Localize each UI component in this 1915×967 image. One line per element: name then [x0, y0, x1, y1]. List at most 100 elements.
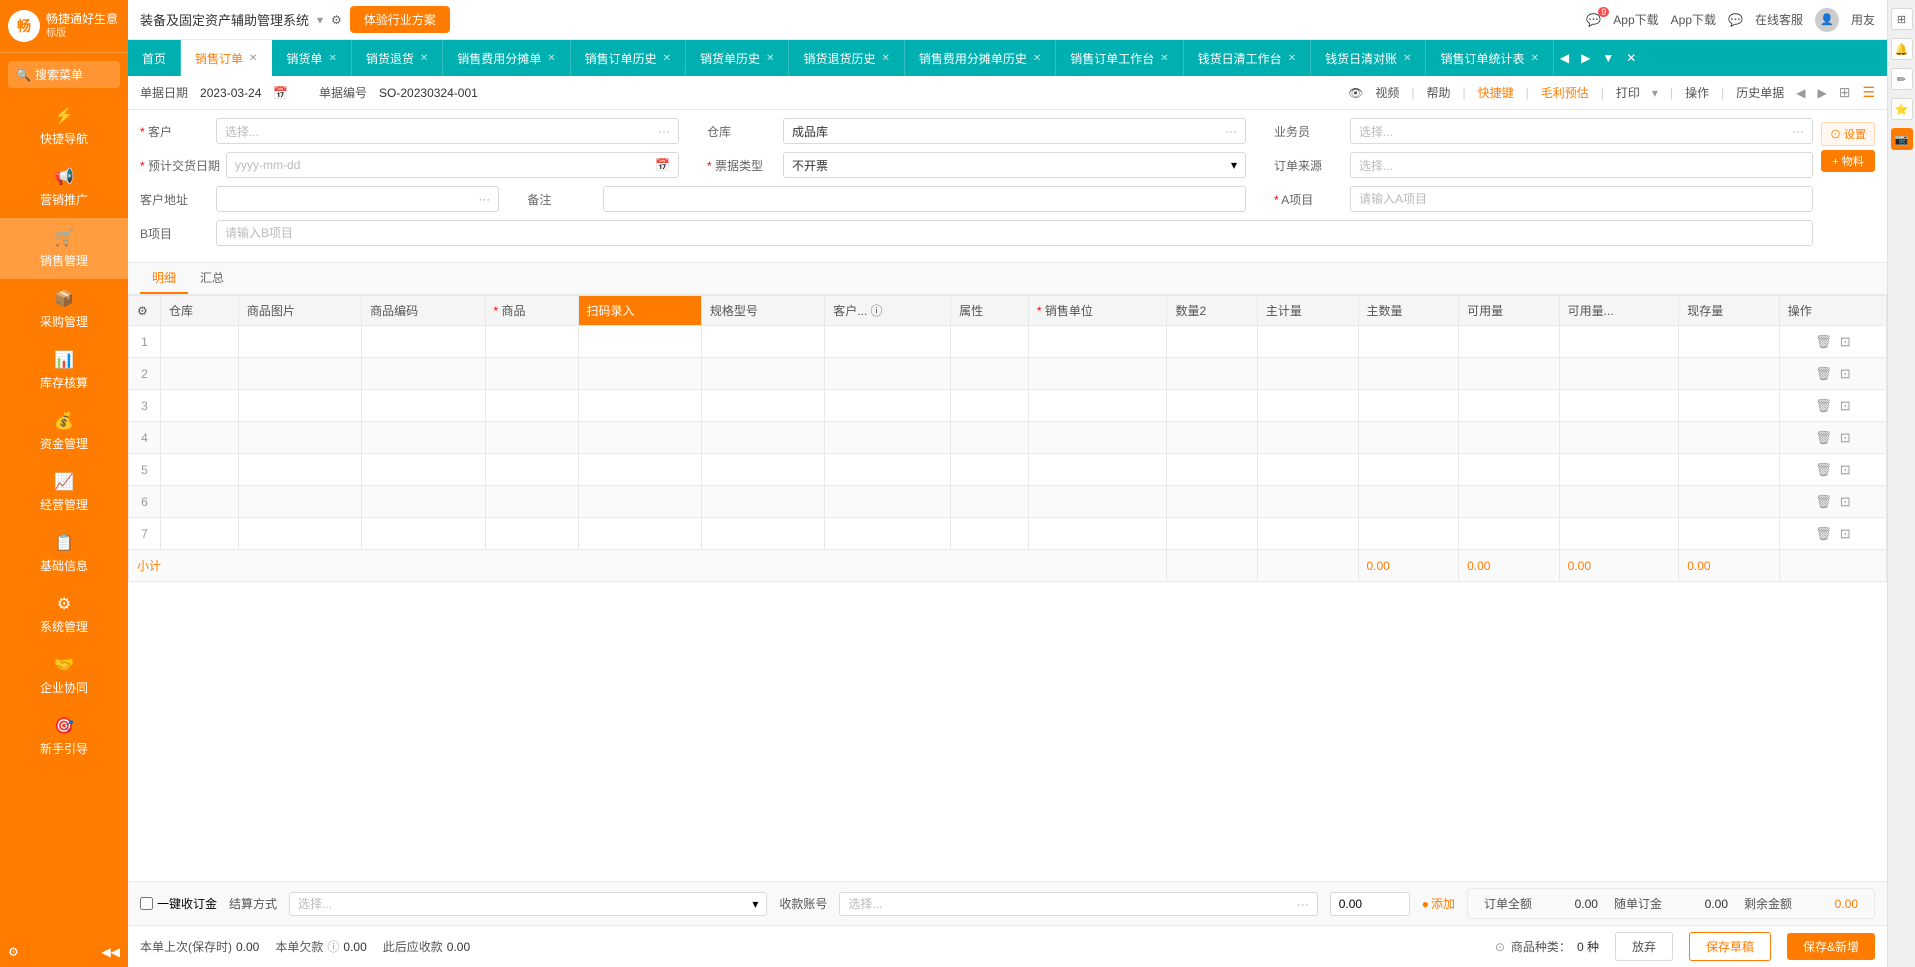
tab-home[interactable]: 首页 — [128, 40, 181, 76]
history-label[interactable]: 历史单据 — [1736, 84, 1784, 101]
copy-row-button[interactable]: ⊡ — [1838, 364, 1853, 384]
col-product[interactable]: 商品 — [485, 296, 578, 326]
profit-label[interactable]: 毛利预估 — [1541, 84, 1589, 101]
tab-close-all[interactable]: ✕ — [1620, 40, 1642, 76]
add-btn[interactable]: ● 添加 — [1422, 895, 1455, 912]
sidebar-item-shortcut[interactable]: ⚡ 快捷导航 — [0, 96, 128, 157]
cell-code[interactable] — [362, 326, 485, 358]
panel-icon-2[interactable]: 🔔 — [1891, 38, 1913, 60]
customer-input[interactable]: 选择... ··· — [216, 118, 679, 144]
product-count-icon[interactable]: ⊙ — [1495, 940, 1505, 954]
copy-row-button[interactable]: ⊡ — [1838, 492, 1853, 512]
tab-close-icon[interactable]: ✕ — [1033, 53, 1041, 64]
customer-more-icon[interactable]: ··· — [658, 124, 670, 138]
delete-row-button[interactable]: 🗑 — [1813, 428, 1834, 448]
tab-close-icon[interactable]: ✕ — [766, 53, 774, 64]
table-scroll-area[interactable]: ⚙ 仓库 商品图片 商品编码 商品 扫码录入 规格型号 客户... ⓘ 属性 销… — [128, 295, 1887, 881]
col-warehouse[interactable]: 仓库 — [161, 296, 239, 326]
tab-nav-next[interactable]: ▶ — [1575, 40, 1596, 76]
tab-expense-history[interactable]: 销售费用分摊单历史 ✕ — [905, 40, 1056, 76]
sidebar-item-sales[interactable]: 🛒 销售管理 — [0, 218, 128, 279]
b-project-input[interactable]: 请输入B项目 — [216, 220, 1813, 246]
delete-row-button[interactable]: 🗑 — [1813, 332, 1834, 352]
tab-detail[interactable]: 明细 — [140, 263, 188, 294]
sidebar-item-system[interactable]: ⚙ 系统管理 — [0, 584, 128, 645]
message-icon[interactable]: 💬9 — [1586, 13, 1601, 27]
col-gear[interactable]: ⚙ — [129, 296, 161, 326]
copy-row-button[interactable]: ⊡ — [1838, 396, 1853, 416]
online-service-link[interactable]: 💬 — [1728, 13, 1743, 27]
delete-row-button[interactable]: 🗑 — [1813, 364, 1834, 384]
auto-settle-checkbox[interactable]: 一键收订金 — [140, 895, 217, 912]
tab-summary[interactable]: 汇总 — [188, 263, 236, 294]
invoice-dropdown-icon[interactable]: ▾ — [1231, 158, 1237, 172]
app-download-link[interactable]: App下载 — [1613, 11, 1658, 28]
user-avatar[interactable]: 👤 — [1815, 8, 1839, 32]
tab-close-icon[interactable]: ✕ — [420, 53, 428, 64]
col-qty2[interactable]: 数量2 — [1167, 296, 1257, 326]
sidebar-item-inventory[interactable]: 📊 库存核算 — [0, 340, 128, 401]
warehouse-input[interactable]: 成品库 ··· — [783, 118, 1246, 144]
cell-stock[interactable] — [1679, 326, 1780, 358]
salesperson-more-icon[interactable]: ··· — [1792, 124, 1804, 138]
cell-unit[interactable] — [1028, 326, 1167, 358]
remark-input[interactable] — [603, 186, 1246, 212]
warehouse-more-icon[interactable]: ··· — [1225, 124, 1237, 138]
delete-row-button[interactable]: 🗑 — [1813, 396, 1834, 416]
help-label[interactable]: 帮助 — [1426, 84, 1450, 101]
sidebar-item-finance[interactable]: 💰 资金管理 — [0, 401, 128, 462]
copy-row-button[interactable]: ⊡ — [1838, 332, 1853, 352]
history-next-icon[interactable]: ▶ — [1817, 86, 1826, 100]
cell-attribute[interactable] — [951, 326, 1029, 358]
dropdown-arrow-icon[interactable]: ▾ — [317, 13, 323, 27]
delivery-calendar-icon[interactable]: 📅 — [655, 158, 670, 172]
tab-order-history[interactable]: 销售订单历史 ✕ — [571, 40, 686, 76]
view-label[interactable]: 视频 — [1375, 84, 1399, 101]
delete-row-button[interactable]: 🗑 — [1813, 460, 1834, 480]
shortcut-label[interactable]: 快捷键 — [1478, 84, 1514, 101]
col-available[interactable]: 可用量 — [1459, 296, 1560, 326]
tab-close-icon[interactable]: ✕ — [881, 53, 889, 64]
cell-qty2[interactable] — [1167, 326, 1257, 358]
customer-addr-input[interactable]: ··· — [216, 186, 499, 212]
calendar-icon[interactable]: 📅 — [273, 86, 288, 100]
invoice-select[interactable]: 不开票 ▾ — [783, 152, 1246, 178]
search-menu-button[interactable]: 🔍 搜索菜单 — [8, 61, 120, 88]
tab-close-icon[interactable]: ✕ — [663, 53, 671, 64]
username[interactable]: 用友 — [1851, 11, 1875, 28]
copy-row-button[interactable]: ⊡ — [1838, 524, 1853, 544]
panel-icon-5[interactable]: 📷 — [1891, 128, 1913, 150]
col-main-unit[interactable]: 主计量 — [1257, 296, 1358, 326]
col-stock[interactable]: 现存量 — [1679, 296, 1780, 326]
gear-icon[interactable]: ⚙ — [8, 945, 19, 959]
account-dots-icon[interactable]: ··· — [1297, 897, 1309, 911]
sidebar-item-purchase[interactable]: 📦 采购管理 — [0, 279, 128, 340]
view-grid-icon[interactable]: ⊞ — [1839, 84, 1851, 101]
tab-nav-prev[interactable]: ◀ — [1554, 40, 1575, 76]
tab-close-icon[interactable]: ✕ — [1288, 53, 1296, 64]
cell-scan[interactable] — [578, 326, 701, 358]
cell-product[interactable] — [485, 326, 578, 358]
setting-button[interactable]: ⊙ 设置 — [1821, 122, 1875, 146]
tab-sales-return[interactable]: 销货退货 ✕ — [352, 40, 443, 76]
add-material-button[interactable]: + 物料 — [1821, 150, 1875, 172]
save-draft-button[interactable]: 保存草稿 — [1689, 932, 1771, 961]
discard-button[interactable]: 放弃 — [1615, 932, 1673, 961]
search-area[interactable]: 🔍 搜索菜单 — [0, 53, 128, 96]
print-label[interactable]: 打印 — [1616, 84, 1640, 101]
settings-icon[interactable]: ⚙ — [331, 13, 342, 27]
addr-more-icon[interactable]: ··· — [478, 192, 490, 206]
col-scan[interactable]: 扫码录入 — [578, 296, 701, 326]
tab-close-icon[interactable]: ✕ — [249, 53, 257, 64]
tab-close-icon[interactable]: ✕ — [1160, 53, 1168, 64]
sidebar-item-guide[interactable]: 🎯 新手引导 — [0, 706, 128, 767]
col-available2[interactable]: 可用量... — [1559, 296, 1679, 326]
tab-close-icon[interactable]: ✕ — [328, 53, 336, 64]
account-select[interactable]: 选择... ··· — [839, 892, 1317, 916]
online-service-label[interactable]: 在线客服 — [1755, 11, 1803, 28]
cell-main-unit[interactable] — [1257, 326, 1358, 358]
tab-close-icon[interactable]: ✕ — [547, 53, 555, 64]
tab-invoice-history[interactable]: 销货单历史 ✕ — [686, 40, 789, 76]
view-list-icon[interactable]: ☰ — [1862, 84, 1875, 101]
solution-button[interactable]: 体验行业方案 — [350, 6, 450, 33]
